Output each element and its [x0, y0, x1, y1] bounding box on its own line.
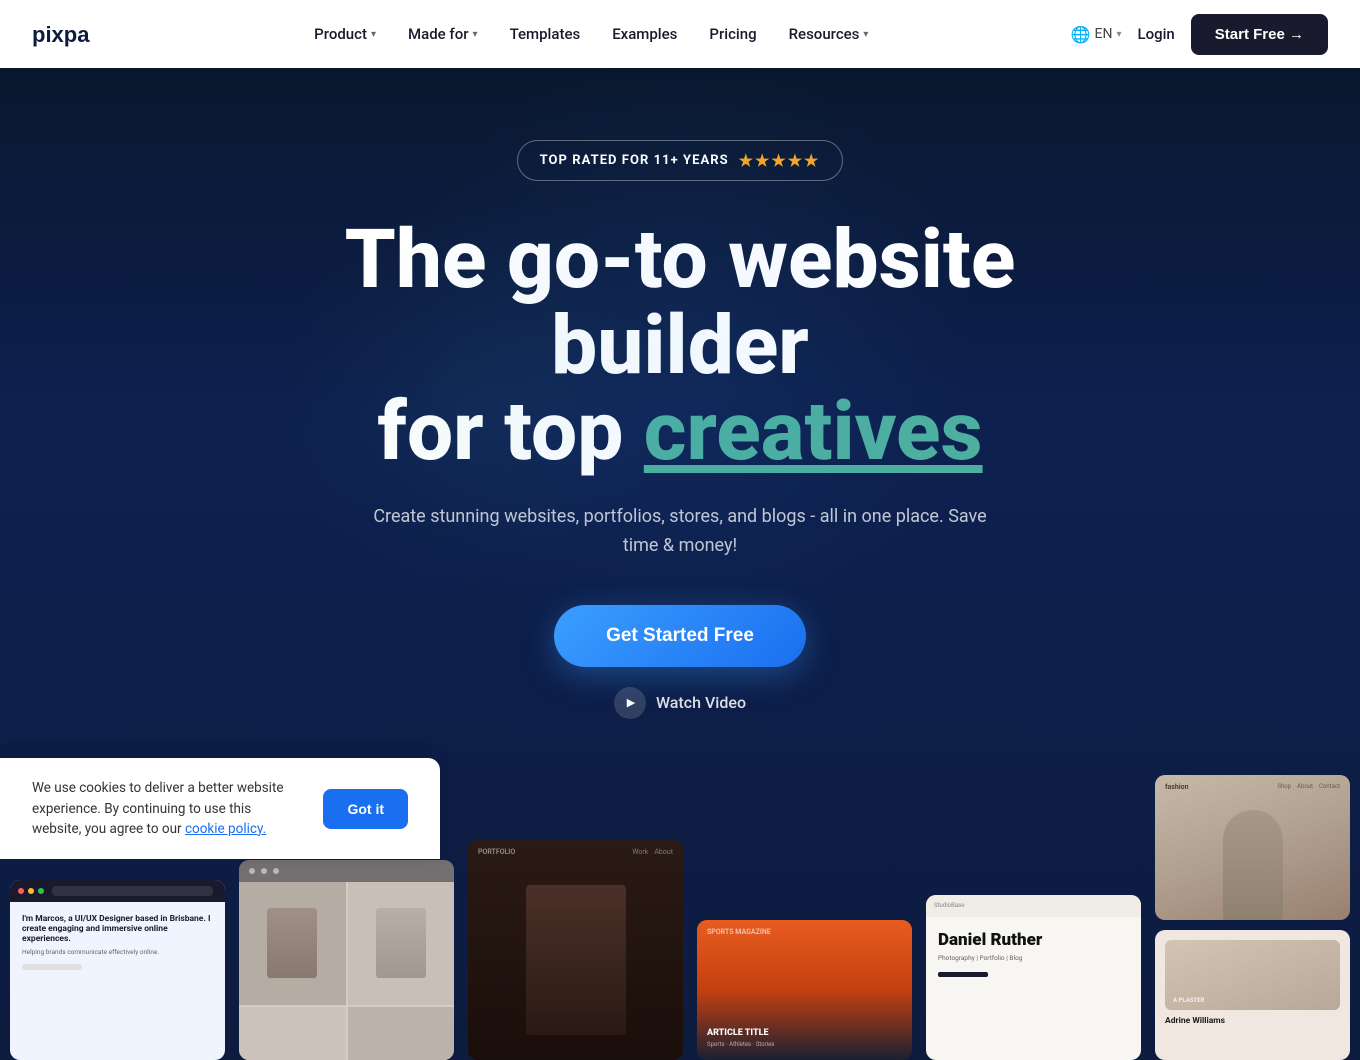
- play-icon: [614, 687, 646, 719]
- navbar: pixpa Product ▾ Made for ▾ Templates Exa…: [0, 0, 1360, 68]
- designer-card-name: I'm Marcos, a UI/UX Designer based in Br…: [22, 914, 213, 944]
- globe-icon: 🌐: [1071, 25, 1091, 44]
- screenshot-adrine: A PLASTER Adrine Williams: [1155, 930, 1350, 1060]
- cookie-banner: We use cookies to deliver a better websi…: [0, 758, 440, 859]
- daniel-name: Daniel Ruther: [938, 931, 1129, 950]
- hero-subtitle: Create stunning websites, portfolios, st…: [360, 503, 1000, 561]
- watch-video-link[interactable]: Watch Video: [614, 687, 746, 719]
- logo[interactable]: pixpa: [32, 20, 112, 48]
- nav-product[interactable]: Product ▾: [302, 17, 388, 51]
- daniel-sub: Photography | Portfolio | Blog: [938, 954, 1129, 962]
- login-button[interactable]: Login: [1137, 25, 1174, 43]
- rating-stars: ★★★★★: [739, 151, 821, 170]
- hero-cta-group: Get Started Free Watch Video: [554, 605, 806, 719]
- nav-made-for[interactable]: Made for ▾: [396, 17, 490, 51]
- screenshot-fashion-grid: [239, 860, 454, 1060]
- hero-title: The go-to website builder for top creati…: [230, 217, 1130, 475]
- screenshot-sports: SPORTS MAGAZINE ARTICLE TITLE Sports · A…: [697, 920, 912, 1060]
- start-free-button[interactable]: Start Free →: [1191, 14, 1328, 55]
- hero-section: TOP RATED FOR 11+ YEARS ★★★★★ The go-to …: [0, 0, 1360, 1060]
- screenshot-daniel: StudioBase Daniel Ruther Photography | P…: [926, 895, 1141, 1060]
- nav-resources[interactable]: Resources ▾: [777, 17, 881, 51]
- adrine-name: Adrine Williams: [1165, 1016, 1340, 1026]
- cookie-accept-button[interactable]: Got it: [323, 789, 408, 829]
- nav-templates[interactable]: Templates: [498, 17, 593, 51]
- chevron-down-icon: ▾: [473, 29, 478, 40]
- language-selector[interactable]: 🌐 EN ▾: [1071, 25, 1122, 44]
- designer-card-url: Helping brands communicate effectively o…: [22, 948, 213, 956]
- chevron-down-icon: ▾: [863, 29, 868, 40]
- chevron-down-icon: ▾: [371, 29, 376, 40]
- nav-examples[interactable]: Examples: [600, 17, 689, 51]
- screenshot-portrait: PORTFOLIO Work About: [468, 840, 683, 1060]
- screenshot-fashion-portrait: fashion Shop About Contact: [1155, 775, 1350, 920]
- svg-text:pixpa: pixpa: [32, 22, 90, 47]
- screenshot-designer: I'm Marcos, a UI/UX Designer based in Br…: [10, 880, 225, 1060]
- get-started-button[interactable]: Get Started Free: [554, 605, 806, 667]
- hero-badge: TOP RATED FOR 11+ YEARS ★★★★★: [517, 140, 844, 181]
- cookie-text: We use cookies to deliver a better websi…: [32, 778, 303, 839]
- nav-links: Product ▾ Made for ▾ Templates Examples …: [302, 17, 880, 51]
- hero-accent-word: creatives: [644, 384, 983, 480]
- nav-right: 🌐 EN ▾ Login Start Free →: [1071, 14, 1328, 55]
- nav-pricing[interactable]: Pricing: [697, 17, 768, 51]
- screenshots-right-column: fashion Shop About Contact: [1155, 775, 1350, 1060]
- cookie-policy-link[interactable]: cookie policy.: [185, 821, 266, 837]
- chevron-down-icon: ▾: [1116, 29, 1121, 40]
